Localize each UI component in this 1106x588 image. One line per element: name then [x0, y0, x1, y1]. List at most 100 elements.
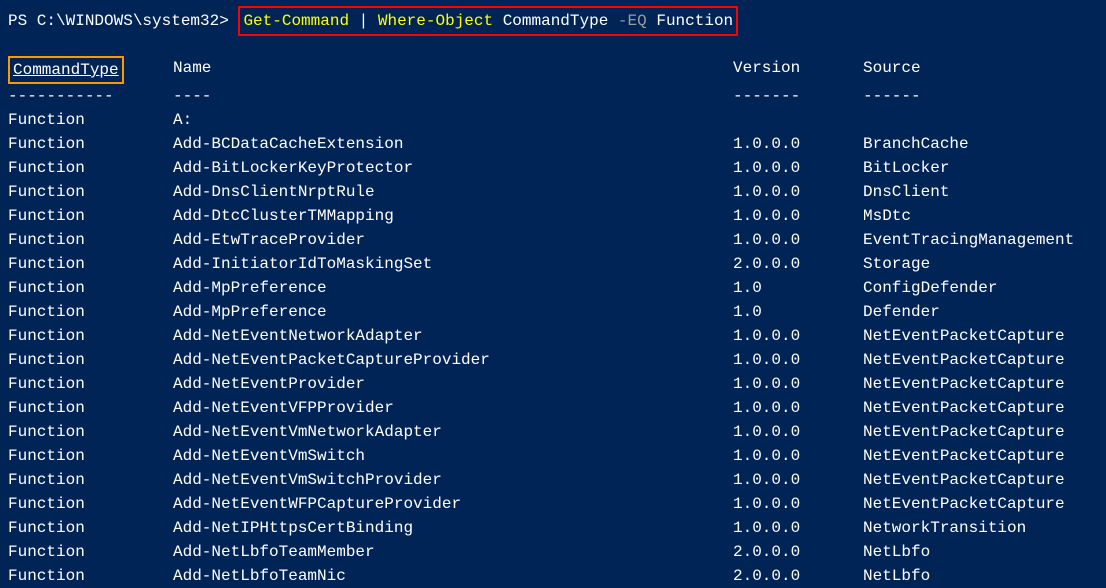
cell-name: Add-NetIPHttpsCertBinding [173, 516, 733, 540]
cell-name: A: [173, 108, 733, 132]
cell-source: NetLbfo [863, 540, 1098, 564]
table-row: FunctionAdd-NetEventWFPCaptureProvider1.… [8, 492, 1098, 516]
command-get-command: Get-Command [243, 12, 349, 30]
cell-source: NetEventPacketCapture [863, 348, 1098, 372]
cell-source: NetworkTransition [863, 516, 1098, 540]
prompt-line: PS C:\WINDOWS\system32> Get-Command | Wh… [8, 6, 1098, 36]
cell-version: 2.0.0.0 [733, 564, 863, 588]
table-row: FunctionAdd-BitLockerKeyProtector1.0.0.0… [8, 156, 1098, 180]
table-row: FunctionAdd-EtwTraceProvider1.0.0.0Event… [8, 228, 1098, 252]
table-row: FunctionAdd-NetLbfoTeamMember2.0.0.0NetL… [8, 540, 1098, 564]
cell-source: NetEventPacketCapture [863, 444, 1098, 468]
cell-version: 1.0.0.0 [733, 228, 863, 252]
cell-version: 1.0.0.0 [733, 324, 863, 348]
table-row: FunctionAdd-NetEventPacketCaptureProvide… [8, 348, 1098, 372]
cell-name: Add-MpPreference [173, 276, 733, 300]
cell-version [733, 108, 863, 132]
table-row: FunctionAdd-MpPreference1.0Defender [8, 300, 1098, 324]
cell-source: MsDtc [863, 204, 1098, 228]
cell-version: 1.0.0.0 [733, 516, 863, 540]
cell-name: Add-DtcClusterTMMapping [173, 204, 733, 228]
command-operator-eq: -EQ [618, 12, 647, 30]
table-row: FunctionAdd-NetEventVmNetworkAdapter1.0.… [8, 420, 1098, 444]
cell-commandtype: Function [8, 204, 173, 228]
command-highlight-box: Get-Command | Where-Object CommandType -… [238, 6, 738, 36]
cell-name: Add-EtwTraceProvider [173, 228, 733, 252]
cell-source: BranchCache [863, 132, 1098, 156]
cell-commandtype: Function [8, 324, 173, 348]
cell-name: Add-NetEventNetworkAdapter [173, 324, 733, 348]
cell-name: Add-InitiatorIdToMaskingSet [173, 252, 733, 276]
table-row: FunctionAdd-NetIPHttpsCertBinding1.0.0.0… [8, 516, 1098, 540]
cell-version: 1.0.0.0 [733, 420, 863, 444]
cell-commandtype: Function [8, 468, 173, 492]
table-row: FunctionAdd-InitiatorIdToMaskingSet2.0.0… [8, 252, 1098, 276]
cell-source: NetEventPacketCapture [863, 396, 1098, 420]
cell-source: NetEventPacketCapture [863, 468, 1098, 492]
cell-version: 1.0.0.0 [733, 468, 863, 492]
cell-source: NetEventPacketCapture [863, 324, 1098, 348]
cell-name: Add-NetLbfoTeamNic [173, 564, 733, 588]
cell-version: 2.0.0.0 [733, 252, 863, 276]
table-row: FunctionA: [8, 108, 1098, 132]
divider-source: ------ [863, 84, 1098, 108]
cell-version: 1.0.0.0 [733, 492, 863, 516]
output-headers: CommandType Name Version Source [8, 56, 1098, 84]
output-dividers: ----------- ---- ------- ------ [8, 84, 1098, 108]
command-pipe: | [349, 12, 378, 30]
header-commandtype: CommandType [8, 56, 124, 84]
header-commandtype-cell: CommandType [8, 56, 173, 84]
cell-commandtype: Function [8, 300, 173, 324]
cell-version: 1.0 [733, 276, 863, 300]
cell-name: Add-NetEventVmSwitch [173, 444, 733, 468]
cell-version: 1.0.0.0 [733, 156, 863, 180]
cell-source: NetEventPacketCapture [863, 492, 1098, 516]
cell-version: 1.0 [733, 300, 863, 324]
output-rows: FunctionA:FunctionAdd-BCDataCacheExtensi… [8, 108, 1098, 588]
header-source: Source [863, 56, 1098, 84]
cell-commandtype: Function [8, 564, 173, 588]
cell-name: Add-NetEventVmSwitchProvider [173, 468, 733, 492]
cell-source: BitLocker [863, 156, 1098, 180]
cell-source: NetEventPacketCapture [863, 420, 1098, 444]
cell-source: ConfigDefender [863, 276, 1098, 300]
cell-source: NetLbfo [863, 564, 1098, 588]
cell-source [863, 108, 1098, 132]
table-row: FunctionAdd-DnsClientNrptRule1.0.0.0DnsC… [8, 180, 1098, 204]
table-row: FunctionAdd-BCDataCacheExtension1.0.0.0B… [8, 132, 1098, 156]
cell-version: 1.0.0.0 [733, 348, 863, 372]
table-row: FunctionAdd-NetEventVmSwitch1.0.0.0NetEv… [8, 444, 1098, 468]
cell-name: Add-BCDataCacheExtension [173, 132, 733, 156]
divider-version: ------- [733, 84, 863, 108]
cell-source: EventTracingManagement [863, 228, 1098, 252]
table-row: FunctionAdd-NetEventProvider1.0.0.0NetEv… [8, 372, 1098, 396]
cell-commandtype: Function [8, 132, 173, 156]
cell-name: Add-NetEventVmNetworkAdapter [173, 420, 733, 444]
command-arg-function: Function [647, 12, 733, 30]
cell-name: Add-DnsClientNrptRule [173, 180, 733, 204]
cell-name: Add-NetLbfoTeamMember [173, 540, 733, 564]
command-where-object: Where-Object [378, 12, 493, 30]
cell-commandtype: Function [8, 276, 173, 300]
cell-version: 2.0.0.0 [733, 540, 863, 564]
table-row: FunctionAdd-NetEventVFPProvider1.0.0.0Ne… [8, 396, 1098, 420]
table-row: FunctionAdd-MpPreference1.0ConfigDefende… [8, 276, 1098, 300]
cell-commandtype: Function [8, 108, 173, 132]
cell-name: Add-NetEventVFPProvider [173, 396, 733, 420]
cell-version: 1.0.0.0 [733, 204, 863, 228]
table-row: FunctionAdd-NetEventVmSwitchProvider1.0.… [8, 468, 1098, 492]
divider-commandtype: ----------- [8, 84, 173, 108]
cell-commandtype: Function [8, 228, 173, 252]
header-name: Name [173, 56, 733, 84]
cell-name: Add-NetEventPacketCaptureProvider [173, 348, 733, 372]
cell-version: 1.0.0.0 [733, 444, 863, 468]
table-row: FunctionAdd-DtcClusterTMMapping1.0.0.0Ms… [8, 204, 1098, 228]
cell-source: Defender [863, 300, 1098, 324]
divider-name: ---- [173, 84, 733, 108]
cell-commandtype: Function [8, 420, 173, 444]
cell-name: Add-MpPreference [173, 300, 733, 324]
cell-commandtype: Function [8, 492, 173, 516]
cell-version: 1.0.0.0 [733, 396, 863, 420]
table-row: FunctionAdd-NetLbfoTeamNic2.0.0.0NetLbfo [8, 564, 1098, 588]
cell-name: Add-NetEventProvider [173, 372, 733, 396]
